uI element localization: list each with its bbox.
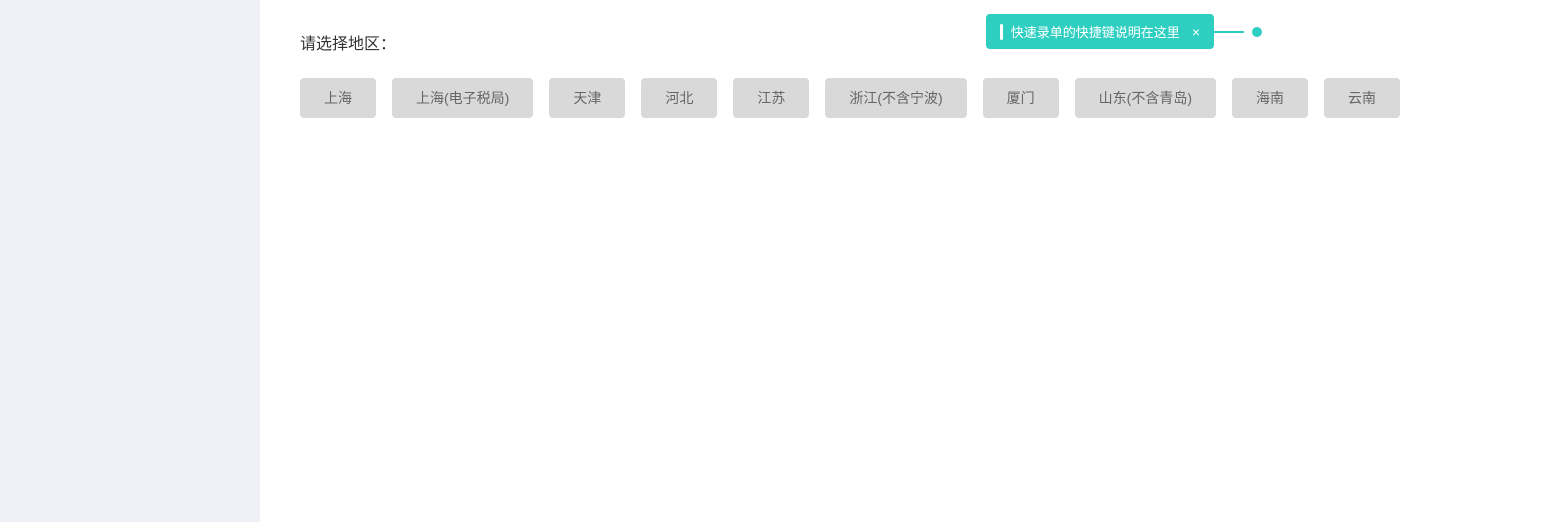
region-button-hainan[interactable]: 海南	[1232, 78, 1308, 118]
region-button-xiamen[interactable]: 厦门	[983, 78, 1059, 118]
region-button-shanghai[interactable]: 上海	[300, 78, 376, 118]
tooltip-bar: 快速录单的快捷键说明在这里 ×	[986, 14, 1262, 49]
tooltip-dot	[1252, 27, 1262, 37]
tooltip-line	[1214, 31, 1244, 33]
tooltip-text: 快速录单的快捷键说明在这里	[1011, 22, 1180, 41]
region-buttons: 上海上海(电子税局) 天津河北江苏浙江(不含宁波) 厦门山东(不含青岛) 海南云南	[300, 78, 1522, 118]
region-button-hebei[interactable]: 河北	[641, 78, 717, 118]
left-sidebar	[0, 0, 260, 522]
page-label: 请选择地区：	[300, 30, 1522, 54]
tooltip-close-button[interactable]: ×	[1192, 24, 1200, 40]
region-button-shandong[interactable]: 山东(不含青岛)	[1075, 78, 1216, 118]
tooltip-content: 快速录单的快捷键说明在这里 ×	[986, 14, 1214, 49]
region-button-jiangsu[interactable]: 江苏	[733, 78, 809, 118]
bar-icon	[1000, 24, 1003, 40]
region-button-tianjin[interactable]: 天津	[549, 78, 625, 118]
main-content: 请选择地区： 上海上海(电子税局) 天津河北江苏浙江(不含宁波) 厦门山东(不含青岛…	[260, 0, 1562, 522]
region-button-zhejiang[interactable]: 浙江(不含宁波)	[825, 78, 966, 118]
region-button-shanghai-etax[interactable]: 上海(电子税局)	[392, 78, 533, 118]
region-button-yunnan[interactable]: 云南	[1324, 78, 1400, 118]
